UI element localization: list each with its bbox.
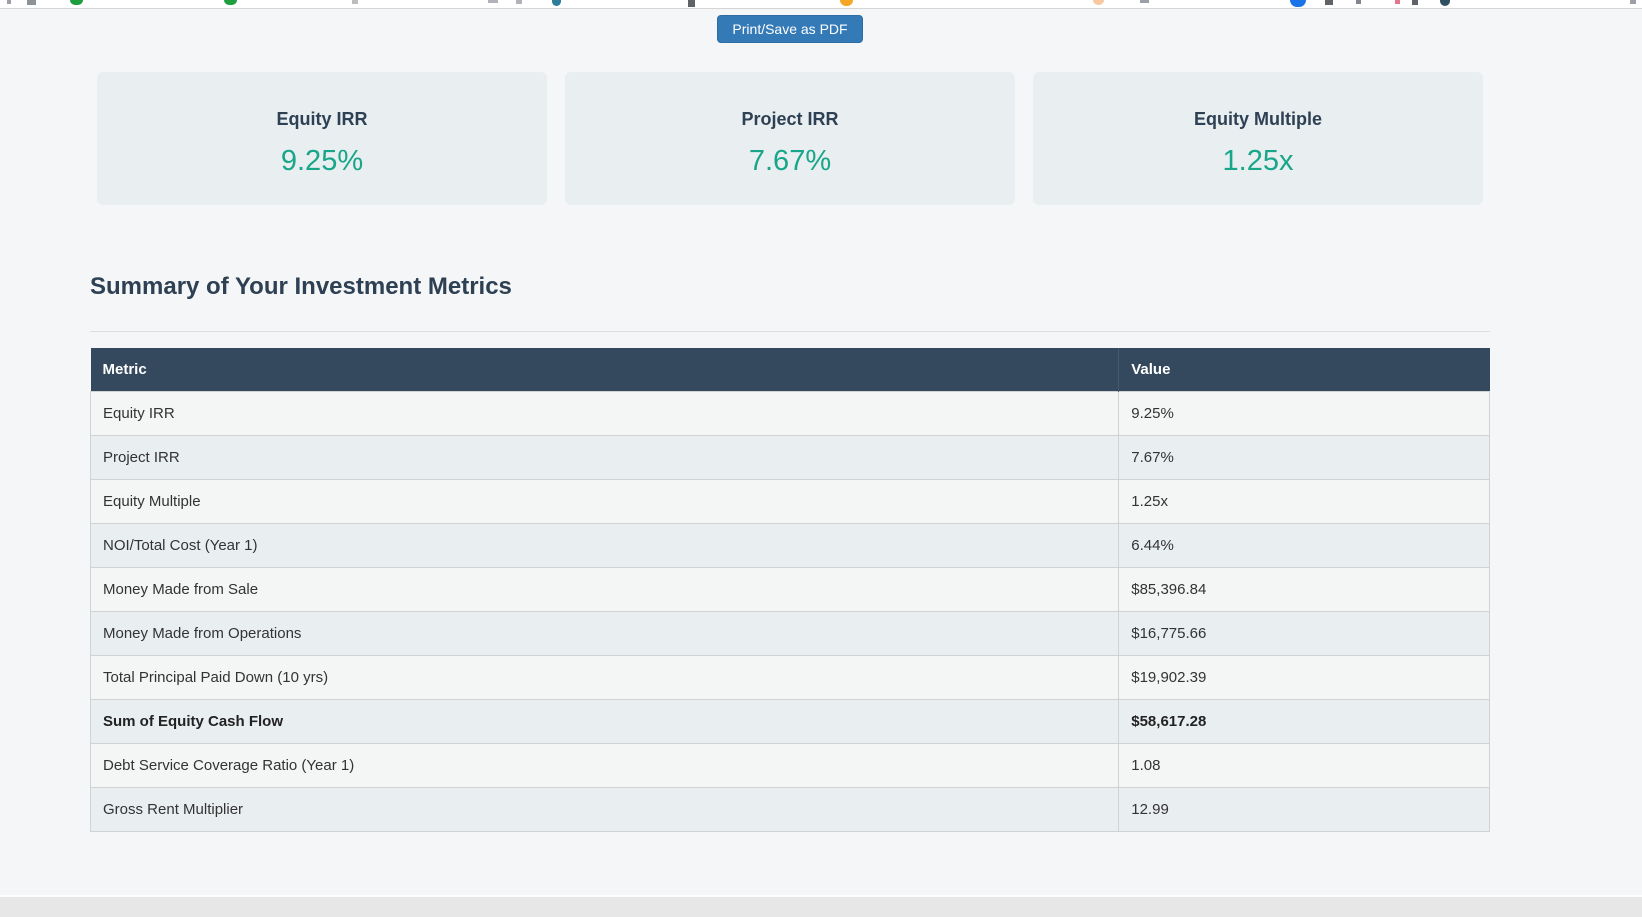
bookmark-favicon-icon[interactable] — [488, 0, 498, 3]
bookmarks-bar — [0, 0, 1642, 9]
page-title: Summary of Your Investment Metrics — [90, 273, 512, 300]
bookmark-favicon-icon[interactable] — [1290, 0, 1306, 7]
bookmark-favicon-icon[interactable] — [840, 0, 853, 6]
metric-cell: Money Made from Operations — [89, 611, 1120, 656]
metric-cell: Equity IRR — [89, 391, 1120, 436]
table-row: Money Made from Sale $85,396.84 — [89, 567, 1490, 612]
value-cell: 7.67% — [1118, 435, 1490, 480]
value-cell: 1.08 — [1118, 743, 1490, 788]
bookmark-favicon-icon[interactable] — [70, 0, 83, 5]
bookmark-favicon-icon[interactable] — [1356, 0, 1361, 4]
bookmark-favicon-icon[interactable] — [224, 0, 237, 5]
divider — [90, 331, 1490, 332]
bookmark-favicon-icon[interactable] — [1412, 0, 1418, 5]
value-column-header: Value — [1118, 348, 1490, 392]
value-cell: 1.25x — [1118, 479, 1490, 524]
bookmark-favicon-icon[interactable] — [1325, 0, 1333, 5]
card-value: 9.25% — [280, 145, 364, 177]
card-title: Equity Multiple — [1194, 109, 1322, 129]
value-cell: $19,902.39 — [1118, 655, 1490, 700]
bookmark-favicon-icon[interactable] — [552, 0, 561, 6]
metric-cell: Money Made from Sale — [89, 567, 1120, 612]
content-container: Print/Save as PDF Equity IRR 9.25% Proje… — [89, 15, 1490, 832]
table-row: NOI/Total Cost (Year 1) 6.44% — [89, 523, 1490, 568]
bookmark-favicon-icon[interactable] — [1093, 0, 1104, 5]
metric-cell: Equity Multiple — [89, 479, 1120, 524]
table-row: Equity Multiple 1.25x — [89, 479, 1490, 524]
bookmark-favicon-icon[interactable] — [1630, 0, 1636, 4]
bookmark-favicon-icon[interactable] — [7, 0, 11, 4]
metric-cell: Debt Service Coverage Ratio (Year 1) — [89, 743, 1120, 788]
bookmark-favicon-icon[interactable] — [1440, 0, 1450, 6]
metric-cards-row: Equity IRR 9.25% Project IRR 7.67% Equit… — [90, 72, 1490, 205]
metric-cell: Total Principal Paid Down (10 yrs) — [89, 655, 1120, 700]
table-row: Gross Rent Multiplier 12.99 — [89, 787, 1490, 832]
page: Print/Save as PDF Equity IRR 9.25% Proje… — [0, 9, 1642, 897]
value-cell: 12.99 — [1118, 787, 1490, 832]
table-header-row: Metric Value — [90, 348, 1490, 392]
bookmark-favicon-icon[interactable] — [1140, 0, 1149, 3]
metric-cell: Gross Rent Multiplier — [89, 787, 1120, 832]
card-value: 7.67% — [748, 145, 832, 177]
metric-card-project-irr: Project IRR 7.67% — [565, 72, 1015, 205]
bookmark-favicon-icon[interactable] — [688, 0, 695, 7]
value-cell: 9.25% — [1118, 391, 1490, 436]
metric-cell: Sum of Equity Cash Flow — [89, 699, 1120, 744]
card-value: 1.25x — [1222, 145, 1294, 177]
value-cell: $16,775.66 — [1118, 611, 1490, 656]
metric-cell: NOI/Total Cost (Year 1) — [89, 523, 1120, 568]
bookmark-favicon-icon[interactable] — [27, 0, 36, 5]
metric-card-equity-irr: Equity IRR 9.25% — [97, 72, 547, 205]
card-title: Equity IRR — [276, 109, 368, 129]
metric-column-header: Metric — [90, 348, 1119, 392]
table-row: Money Made from Operations $16,775.66 — [89, 611, 1490, 656]
table-row: Total Principal Paid Down (10 yrs) $19,9… — [89, 655, 1490, 700]
bookmark-favicon-icon[interactable] — [352, 0, 358, 4]
card-title: Project IRR — [741, 109, 839, 129]
table-row: Equity IRR 9.25% — [89, 391, 1490, 436]
bookmark-favicon-icon[interactable] — [516, 0, 522, 4]
value-cell: $58,617.28 — [1118, 699, 1490, 744]
table-row-total: Sum of Equity Cash Flow $58,617.28 — [89, 699, 1490, 744]
bookmark-favicon-icon[interactable] — [1395, 0, 1400, 4]
investment-metrics-table: Metric Value Equity IRR 9.25% Project IR… — [89, 348, 1490, 832]
value-cell: $85,396.84 — [1118, 567, 1490, 612]
value-cell: 6.44% — [1118, 523, 1490, 568]
metric-card-equity-multiple: Equity Multiple 1.25x — [1033, 72, 1483, 205]
print-save-pdf-button[interactable]: Print/Save as PDF — [717, 15, 863, 43]
metric-cell: Project IRR — [89, 435, 1120, 480]
table-row: Project IRR 7.67% — [89, 435, 1490, 480]
table-row: Debt Service Coverage Ratio (Year 1) 1.0… — [89, 743, 1490, 788]
